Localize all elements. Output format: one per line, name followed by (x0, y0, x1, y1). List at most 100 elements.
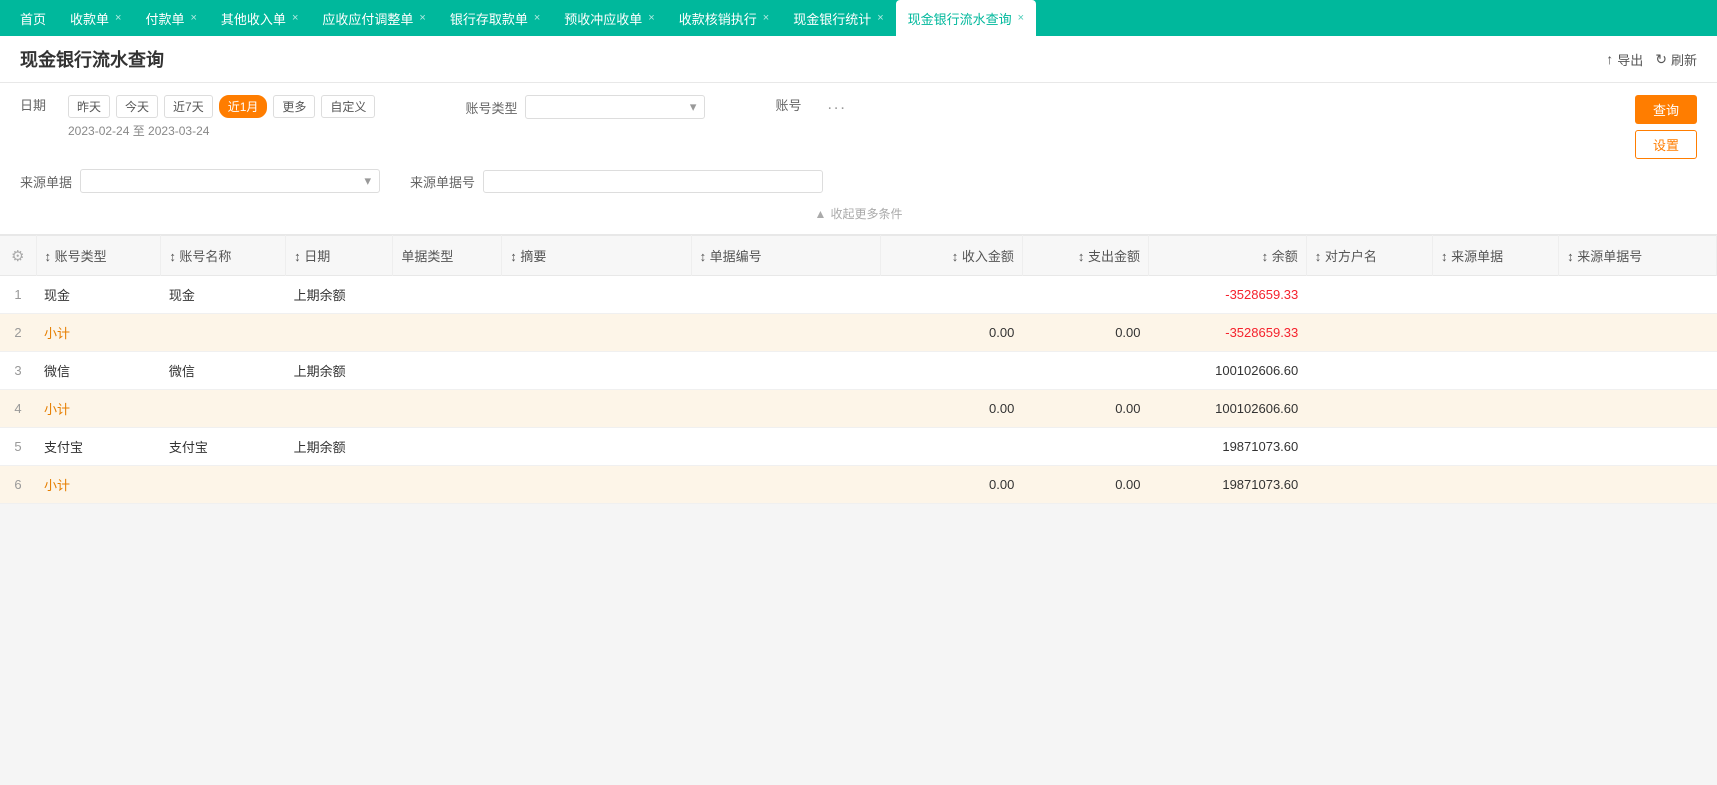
source-doc-chevron-icon: ▾ (364, 173, 371, 189)
date-btn-today[interactable]: 今天 (116, 95, 158, 118)
col-doc-no: ↕ 单据编号 (691, 236, 880, 276)
nav-item-shoukuan[interactable]: 收款单 × (58, 0, 133, 36)
header-actions: ↑ 导出 ↻ 刷新 (1606, 50, 1697, 69)
nav-close-verify[interactable]: × (763, 12, 769, 24)
nav-item-cashflow[interactable]: 现金银行流水查询 × (896, 0, 1036, 36)
cell-account-name: 支付宝 (161, 428, 286, 466)
nav-close-shoukuan[interactable]: × (115, 12, 121, 24)
nav-close-bank-deposit[interactable]: × (534, 12, 540, 24)
export-button[interactable]: ↑ 导出 (1606, 50, 1643, 69)
cell-source-doc (1432, 352, 1558, 390)
source-doc-group: 来源单据 ▾ (20, 169, 380, 193)
date-btn-more[interactable]: 更多 (273, 95, 315, 118)
cell-summary (502, 466, 691, 504)
nav-label-cashflow: 现金银行流水查询 (908, 9, 1012, 28)
col-source-doc-no: ↕ 来源单据号 (1559, 236, 1717, 276)
date-buttons: 昨天 今天 近7天 近1月 更多 自定义 (68, 95, 375, 118)
cell-account-name: 现金 (161, 276, 286, 314)
source-doc-no-group: 来源单据号 (410, 170, 823, 193)
cell-doc-no (691, 428, 880, 466)
nav-item-home[interactable]: 首页 (8, 0, 58, 36)
cell-index: 1 (0, 276, 36, 314)
page-title: 现金银行流水查询 (20, 46, 164, 72)
settings-button[interactable]: 设置 (1635, 130, 1697, 159)
nav-close-advance[interactable]: × (648, 12, 654, 24)
cell-source-doc (1432, 314, 1558, 352)
col-source-doc: ↕ 来源单据 (1432, 236, 1558, 276)
cell-counterpart (1306, 466, 1432, 504)
col-date: ↕ 日期 (286, 236, 393, 276)
col-summary-label: ↕ 摘要 (510, 249, 546, 264)
refresh-label: 刷新 (1671, 50, 1697, 69)
cell-balance: -3528659.33 (1149, 314, 1307, 352)
nav-item-fukuan[interactable]: 付款单 × (133, 0, 208, 36)
gear-icon[interactable]: ⚙ (11, 248, 24, 265)
nav-item-adjustment[interactable]: 应收应付调整单 × (310, 0, 437, 36)
nav-close-adjustment[interactable]: × (419, 12, 425, 24)
col-balance: ↕ 余额 (1149, 236, 1307, 276)
cell-account-name (161, 390, 286, 428)
cell-date (286, 314, 393, 352)
col-doc-type: 单据类型 (393, 236, 502, 276)
cell-income (880, 352, 1022, 390)
cell-income (880, 428, 1022, 466)
cell-counterpart (1306, 428, 1432, 466)
nav-label-stats: 现金银行统计 (793, 9, 871, 28)
cell-account-name (161, 314, 286, 352)
export-label: 导出 (1617, 50, 1643, 69)
nav-item-bank-deposit[interactable]: 银行存取款单 × (438, 0, 552, 36)
refresh-button[interactable]: ↻ 刷新 (1655, 50, 1697, 69)
cell-doc-type (393, 276, 502, 314)
date-btn-7days[interactable]: 近7天 (164, 95, 213, 118)
cell-account-name (161, 466, 286, 504)
nav-label-home: 首页 (20, 9, 46, 28)
cell-doc-no (691, 466, 880, 504)
cell-source-doc (1432, 428, 1558, 466)
col-doc-no-label: ↕ 单据编号 (700, 249, 762, 264)
cell-doc-no (691, 352, 880, 390)
account-type-select[interactable]: ▾ (525, 95, 705, 119)
table-header-row: ⚙ ↕ 账号类型 ↕ 账号名称 ↕ 日期 单据类型 ↕ 摘要 ↕ (0, 236, 1717, 276)
cell-index: 6 (0, 466, 36, 504)
cell-expense (1022, 352, 1148, 390)
cell-balance: 100102606.60 (1149, 390, 1307, 428)
source-doc-no-input[interactable] (483, 170, 823, 193)
cell-source-doc-no (1559, 352, 1717, 390)
nav-item-other-income[interactable]: 其他收入单 × (209, 0, 310, 36)
date-btn-1month[interactable]: 近1月 (219, 95, 268, 118)
source-doc-label: 来源单据 (20, 172, 72, 191)
col-account-type: ↕ 账号类型 (36, 236, 161, 276)
cell-date: 上期余额 (286, 276, 393, 314)
col-income-label: ↕ 收入金额 (952, 249, 1014, 264)
cell-account-type: 微信 (36, 352, 161, 390)
col-source-doc-no-label: ↕ 来源单据号 (1567, 249, 1642, 264)
query-button[interactable]: 查询 (1635, 95, 1697, 124)
nav-close-stats[interactable]: × (877, 12, 883, 24)
cell-date: 上期余额 (286, 428, 393, 466)
date-btn-custom[interactable]: 自定义 (321, 95, 375, 118)
cell-date (286, 466, 393, 504)
cell-doc-type (393, 352, 502, 390)
col-counterpart-label: ↕ 对方户名 (1315, 249, 1377, 264)
cell-source-doc (1432, 276, 1558, 314)
nav-close-cashflow[interactable]: × (1018, 12, 1024, 24)
cell-source-doc (1432, 390, 1558, 428)
col-counterpart: ↕ 对方户名 (1306, 236, 1432, 276)
collapse-bar[interactable]: ▲ 收起更多条件 (20, 201, 1697, 222)
cell-account-name: 微信 (161, 352, 286, 390)
nav-label-other-income: 其他收入单 (221, 9, 286, 28)
cell-counterpart (1306, 314, 1432, 352)
col-summary: ↕ 摘要 (502, 236, 691, 276)
nav-close-fukuan[interactable]: × (190, 12, 196, 24)
nav-item-stats[interactable]: 现金银行统计 × (781, 0, 895, 36)
nav-item-advance[interactable]: 预收冲应收单 × (552, 0, 666, 36)
cell-source-doc-no (1559, 466, 1717, 504)
date-btn-yesterday[interactable]: 昨天 (68, 95, 110, 118)
account-more-button[interactable]: ... (823, 96, 850, 114)
source-doc-select[interactable]: ▾ (80, 169, 380, 193)
col-expense: ↕ 支出金额 (1022, 236, 1148, 276)
collapse-label: 收起更多条件 (830, 205, 902, 222)
date-label: 日期 (20, 95, 60, 114)
nav-close-other-income[interactable]: × (292, 12, 298, 24)
nav-item-verify[interactable]: 收款核销执行 × (667, 0, 781, 36)
